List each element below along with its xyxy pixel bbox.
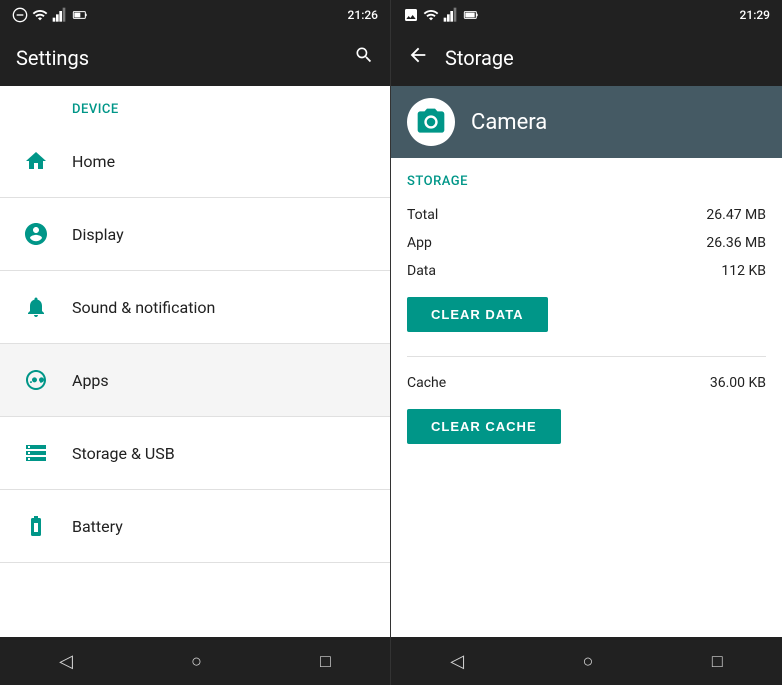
data-label: Data	[407, 263, 436, 279]
cache-row: Cache 36.00 KB	[407, 369, 766, 397]
search-button[interactable]	[354, 45, 374, 71]
settings-item-home[interactable]: Home	[0, 125, 390, 198]
home-nav-left[interactable]: ○	[167, 643, 226, 680]
home-nav-right[interactable]: ○	[559, 643, 618, 680]
total-value: 26.47 MB	[706, 207, 766, 223]
status-time-right: 21:29	[740, 8, 770, 22]
back-nav-right[interactable]: ◁	[426, 643, 488, 680]
storage-title: Storage	[445, 46, 514, 70]
storage-section-label: Storage	[407, 174, 766, 189]
settings-title: Settings	[16, 46, 89, 70]
battery-icon-menu	[16, 506, 56, 546]
storage-panel: 21:29 Storage Camera Storage Total 26.47…	[391, 0, 782, 685]
app-bar-right: Storage	[391, 30, 782, 86]
search-icon	[354, 45, 374, 65]
dnd-icon	[12, 7, 28, 23]
divider	[407, 356, 766, 357]
settings-item-storage[interactable]: Storage & USB	[0, 417, 390, 490]
display-label: Display	[72, 225, 124, 244]
status-icons-right	[403, 7, 479, 23]
battery-icon-left	[72, 7, 88, 23]
app-value: 26.36 MB	[706, 235, 766, 251]
signal-icon-left	[52, 7, 68, 23]
clear-cache-button[interactable]: CLEAR CACHE	[407, 409, 561, 444]
display-icon	[16, 214, 56, 254]
status-bar-right: 21:29	[391, 0, 782, 30]
screenshot-icon	[403, 7, 419, 23]
settings-item-battery[interactable]: Battery	[0, 490, 390, 563]
battery-icon-right	[463, 7, 479, 23]
apps-label: Apps	[72, 371, 109, 390]
sound-label: Sound & notification	[72, 298, 215, 317]
cache-label: Cache	[407, 375, 446, 391]
settings-item-display[interactable]: Display	[0, 198, 390, 271]
status-icons-left	[12, 7, 88, 23]
device-section-header: Device	[0, 86, 390, 125]
camera-app-icon	[407, 98, 455, 146]
data-value: 112 KB	[721, 263, 766, 279]
camera-icon	[415, 106, 447, 138]
recents-nav-left[interactable]: □	[296, 643, 355, 680]
storage-usb-label: Storage & USB	[72, 444, 175, 463]
settings-panel: 21:26 Settings Device Home Display	[0, 0, 391, 685]
back-arrow-icon	[407, 44, 429, 66]
recents-nav-right[interactable]: □	[688, 643, 747, 680]
camera-app-name: Camera	[471, 110, 547, 135]
data-row: Data 112 KB	[407, 257, 766, 285]
wifi-icon-right	[423, 7, 439, 23]
storage-content: Storage Total 26.47 MB App 26.36 MB Data…	[391, 158, 782, 637]
settings-list: Device Home Display Sound & notification	[0, 86, 390, 637]
sound-icon	[16, 287, 56, 327]
cache-value: 36.00 KB	[710, 375, 766, 391]
wifi-icon-left	[32, 7, 48, 23]
apps-icon	[16, 360, 56, 400]
battery-label: Battery	[72, 517, 123, 536]
home-label: Home	[72, 152, 115, 171]
status-time-left: 21:26	[348, 8, 378, 22]
app-label: App	[407, 235, 432, 251]
back-button-right[interactable]	[407, 44, 429, 72]
total-label: Total	[407, 207, 438, 223]
home-icon	[16, 141, 56, 181]
storage-icon	[16, 433, 56, 473]
back-nav-left[interactable]: ◁	[35, 643, 97, 680]
total-row: Total 26.47 MB	[407, 201, 766, 229]
clear-data-button[interactable]: CLEAR DATA	[407, 297, 548, 332]
camera-header: Camera	[391, 86, 782, 158]
settings-item-sound[interactable]: Sound & notification	[0, 271, 390, 344]
nav-bar-right: ◁ ○ □	[391, 637, 782, 685]
settings-item-apps[interactable]: Apps	[0, 344, 390, 417]
status-bar-left: 21:26	[0, 0, 390, 30]
app-bar-left: Settings	[0, 30, 390, 86]
app-row: App 26.36 MB	[407, 229, 766, 257]
nav-bar-left: ◁ ○ □	[0, 637, 390, 685]
signal-icon-right	[443, 7, 459, 23]
